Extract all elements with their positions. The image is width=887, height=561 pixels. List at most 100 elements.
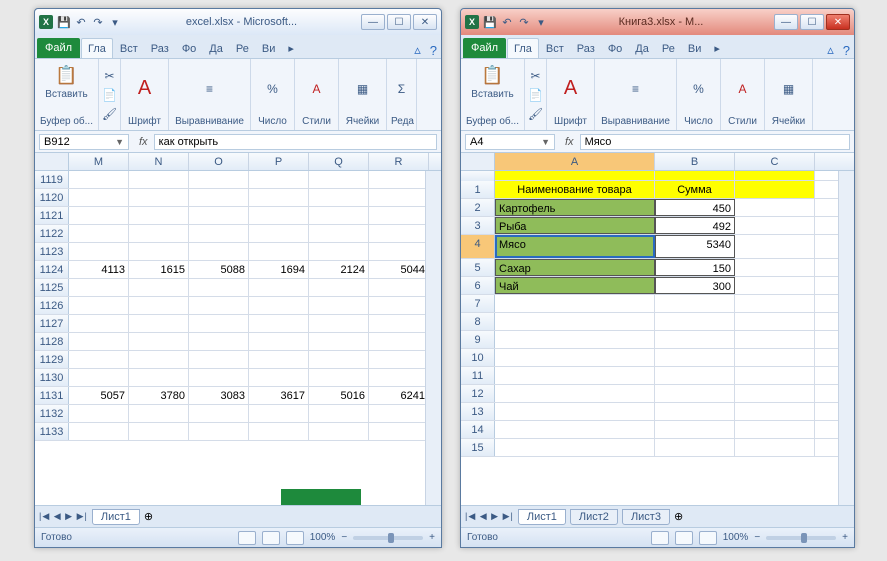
cell[interactable]: [369, 333, 429, 350]
cell[interactable]: [655, 421, 735, 438]
autosum-icon[interactable]: Σ: [394, 81, 410, 97]
sheet-nav[interactable]: |◀ ◀ ▶ ▶|: [39, 511, 88, 522]
cell[interactable]: [189, 351, 249, 368]
row-header[interactable]: 2: [461, 199, 495, 216]
cell[interactable]: [249, 351, 309, 368]
cell[interactable]: 3617: [249, 387, 309, 404]
cell[interactable]: [69, 243, 129, 260]
help-icon[interactable]: ?: [839, 43, 854, 58]
cell[interactable]: [495, 331, 655, 348]
sheet-tab[interactable]: Лист3: [622, 509, 670, 525]
row-header[interactable]: 11: [461, 367, 495, 384]
minimize-ribbon-icon[interactable]: ▵: [823, 42, 838, 58]
tab-layout[interactable]: Раз: [571, 39, 601, 58]
page-break-button[interactable]: [286, 531, 304, 545]
row-header[interactable]: 1130: [35, 369, 69, 386]
cell[interactable]: [655, 385, 735, 402]
cell[interactable]: [189, 423, 249, 440]
minimize-button[interactable]: —: [361, 14, 385, 30]
row-header[interactable]: 1122: [35, 225, 69, 242]
cell[interactable]: [129, 279, 189, 296]
percent-icon[interactable]: %: [691, 81, 707, 97]
cut-icon[interactable]: ✂: [102, 68, 118, 84]
cell[interactable]: 1615: [129, 261, 189, 278]
cell[interactable]: [69, 189, 129, 206]
cell[interactable]: [735, 313, 815, 330]
row-header[interactable]: 1126: [35, 297, 69, 314]
cell[interactable]: [655, 171, 735, 180]
cell[interactable]: [249, 243, 309, 260]
cell[interactable]: [655, 295, 735, 312]
col-header[interactable]: O: [189, 153, 249, 170]
cell[interactable]: [309, 315, 369, 332]
tab-more[interactable]: ▸: [282, 38, 300, 58]
redo-icon[interactable]: ↷: [91, 15, 105, 29]
tab-file[interactable]: Файл: [37, 38, 80, 58]
cell[interactable]: [249, 423, 309, 440]
cell[interactable]: [189, 369, 249, 386]
cell[interactable]: 5016: [309, 387, 369, 404]
cell[interactable]: [309, 351, 369, 368]
cell[interactable]: [129, 369, 189, 386]
cell[interactable]: [369, 315, 429, 332]
tab-review[interactable]: Ре: [656, 39, 681, 58]
cell[interactable]: [69, 207, 129, 224]
redo-icon[interactable]: ↷: [517, 15, 531, 29]
cell[interactable]: [129, 225, 189, 242]
styles-icon[interactable]: A: [309, 81, 325, 97]
cell[interactable]: [735, 217, 815, 234]
select-all-corner[interactable]: [461, 153, 495, 170]
row-header[interactable]: 4: [461, 235, 495, 258]
fx-icon[interactable]: fx: [559, 136, 580, 148]
cell[interactable]: [189, 315, 249, 332]
cell[interactable]: [249, 225, 309, 242]
cell[interactable]: [189, 297, 249, 314]
cell[interactable]: 5044: [369, 261, 429, 278]
worksheet-grid[interactable]: M N O P Q R 1119112011211122112311244113…: [35, 153, 441, 505]
cell[interactable]: [69, 225, 129, 242]
col-header[interactable]: A: [495, 153, 655, 170]
page-layout-button[interactable]: [262, 531, 280, 545]
cell[interactable]: [69, 315, 129, 332]
tab-more[interactable]: ▸: [708, 38, 726, 58]
cell[interactable]: [655, 439, 735, 456]
cut-icon[interactable]: ✂: [528, 68, 544, 84]
cell[interactable]: [189, 243, 249, 260]
row-header[interactable]: 1124: [35, 261, 69, 278]
tab-review[interactable]: Ре: [230, 39, 255, 58]
paste-button[interactable]: 📋 Вставить: [39, 61, 94, 102]
cell[interactable]: [309, 423, 369, 440]
cell[interactable]: [735, 331, 815, 348]
cell[interactable]: [655, 367, 735, 384]
cell[interactable]: [495, 171, 655, 180]
cell[interactable]: 5340: [655, 235, 735, 258]
page-break-button[interactable]: [699, 531, 717, 545]
cell[interactable]: [309, 405, 369, 422]
sheet-nav[interactable]: |◀ ◀ ▶ ▶|: [465, 511, 514, 522]
row-header[interactable]: 1125: [35, 279, 69, 296]
cell[interactable]: [249, 171, 309, 188]
row-header[interactable]: 6: [461, 277, 495, 294]
tab-formulas[interactable]: Фо: [176, 39, 202, 58]
cell[interactable]: [189, 189, 249, 206]
cell[interactable]: [129, 207, 189, 224]
cell[interactable]: 3780: [129, 387, 189, 404]
row-header[interactable]: 5: [461, 259, 495, 276]
tab-data[interactable]: Да: [629, 39, 655, 58]
tab-home[interactable]: Гла: [81, 38, 113, 58]
cell[interactable]: Рыба: [495, 217, 655, 234]
row-header[interactable]: 1128: [35, 333, 69, 350]
help-icon[interactable]: ?: [426, 43, 441, 58]
row-header[interactable]: 15: [461, 439, 495, 456]
name-box[interactable]: A4 ▼: [465, 134, 555, 150]
cell[interactable]: [495, 295, 655, 312]
col-header[interactable]: B: [655, 153, 735, 170]
tab-file[interactable]: Файл: [463, 38, 506, 58]
cells-icon[interactable]: ▦: [781, 81, 797, 97]
cell[interactable]: 1694: [249, 261, 309, 278]
close-button[interactable]: ✕: [413, 14, 437, 30]
titlebar[interactable]: X 💾 ↶ ↷ ▾ Книга3.xlsx - M... — ☐ ✕: [461, 9, 854, 35]
tab-insert[interactable]: Вст: [114, 39, 144, 58]
row-header[interactable]: 1123: [35, 243, 69, 260]
tab-data[interactable]: Да: [203, 39, 229, 58]
